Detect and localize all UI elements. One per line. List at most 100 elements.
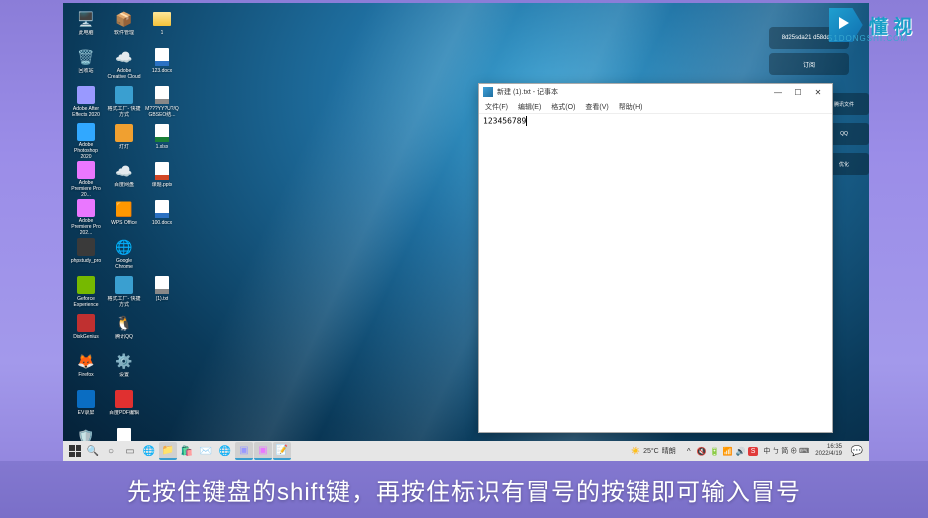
tray-icon-2[interactable]: 🔋 <box>710 446 720 456</box>
icon-label: Adobe Creative Cloud <box>107 68 141 80</box>
folder-1-icon <box>151 8 173 30</box>
taskbar-item-mail[interactable]: ✉️ <box>197 442 215 460</box>
icon-label: 腾讯QQ <box>115 334 133 340</box>
desktop-icon-chrome[interactable]: 🌐Google Chrome <box>106 236 142 272</box>
desktop-icon-xlsx-1[interactable]: 1.xlsx <box>144 122 180 158</box>
desktop-icon-ae[interactable]: Adobe After Effects 2020 <box>68 84 104 120</box>
taskbar-item-chrome[interactable]: 🌐 <box>216 442 234 460</box>
txt-1-icon <box>151 274 173 296</box>
desktop-icon-diskgenius[interactable]: DiskGenius <box>68 312 104 348</box>
desktop-icon-app-light[interactable]: 灯灯 <box>106 122 142 158</box>
desktop-icon-ps[interactable]: Adobe Photoshop 2020 <box>68 122 104 158</box>
app-light-icon <box>113 122 135 144</box>
desktop-icon-phpstudy[interactable]: phpstudy_pro <box>68 236 104 272</box>
text-file-icon <box>151 84 173 106</box>
taskbar-item-notepad[interactable]: 📝 <box>273 442 291 460</box>
maximize-button[interactable]: ☐ <box>788 85 808 99</box>
tray-icon-4[interactable]: 🔊 <box>736 446 746 456</box>
menu-item-4[interactable]: 帮助(H) <box>617 101 645 113</box>
ps-icon <box>75 122 97 142</box>
icon-label: Adobe Photoshop 2020 <box>69 142 103 158</box>
desktop-icon-pdf[interactable]: 百度PDF编辑 <box>106 388 142 424</box>
menu-item-0[interactable]: 文件(F) <box>483 101 510 113</box>
icon-label: (1).txt <box>156 296 169 302</box>
desktop-icon-recycle-bin[interactable]: 🗑️回收站 <box>68 46 104 82</box>
ime-indicator[interactable]: 中 ㄅ 简 ⊕ ⌨ <box>763 446 809 456</box>
desktop-icon-wps[interactable]: 🟧WPS Office <box>106 198 142 234</box>
ff2-icon <box>113 274 135 296</box>
icon-label: Adobe Premiere Pro 20... <box>69 180 103 196</box>
watermark-url: 51DONGSHI.COM <box>828 34 908 43</box>
desktop-icon-text-file[interactable]: M???YY?U?/Q GBSEO结... <box>144 84 180 120</box>
icon-label: EV录屏 <box>78 410 95 416</box>
taskbar-item-cortana[interactable]: ○ <box>102 442 120 460</box>
taskbar-item-edge[interactable]: 🌐 <box>140 442 158 460</box>
desktop-icon-txt-1[interactable]: (1).txt <box>144 274 180 310</box>
minimize-button[interactable]: — <box>768 85 788 99</box>
notepad-titlebar[interactable]: 新建 (1).txt - 记事本 — ☐ ✕ <box>479 84 832 100</box>
desktop-icon-pr2[interactable]: Adobe Premiere Pro 202... <box>68 198 104 234</box>
taskbar-item-explorer[interactable]: 📁 <box>159 442 177 460</box>
desktop-icon-pptx[interactable]: 课题.pptx <box>144 160 180 196</box>
desktop-icon-qq[interactable]: 🐧腾讯QQ <box>106 312 142 348</box>
start-button[interactable] <box>66 442 84 460</box>
desktop-icon-geforce[interactable]: Geforce Experience <box>68 274 104 310</box>
geforce-icon <box>75 274 97 296</box>
pptx-icon <box>151 160 173 182</box>
desktop-icon-settings[interactable]: ⚙️设置 <box>106 350 142 386</box>
subtitle-bar: 先按住键盘的shift键，再按住标识有冒号的按键即可输入冒号 <box>0 461 928 518</box>
notepad-menubar: 文件(F) 编辑(E) 格式(O) 查看(V) 帮助(H) <box>479 100 832 114</box>
notepad-window[interactable]: 新建 (1).txt - 记事本 — ☐ ✕ 文件(F) 编辑(E) 格式(O) 查看… <box>478 83 833 433</box>
menu-item-2[interactable]: 格式(O) <box>549 101 577 113</box>
icon-label: WPS Office <box>111 220 137 226</box>
icon-label: 软件管理 <box>114 30 134 36</box>
this-pc-icon: 🖥️ <box>75 8 97 30</box>
desktop-icon-adobe-cc[interactable]: ☁️Adobe Creative Cloud <box>106 46 142 82</box>
icon-label: 100.docx <box>152 220 172 226</box>
icon-label: phpstudy_pro <box>71 258 101 264</box>
icon-label: 格式工厂- 快捷方式 <box>107 296 141 308</box>
search-icon[interactable]: 🔍 <box>86 444 100 458</box>
desktop-icon-ff2[interactable]: 格式工厂- 快捷方式 <box>106 274 142 310</box>
icon-label: 灯灯 <box>119 144 129 150</box>
icon-label: 此电脑 <box>78 30 93 36</box>
pr-icon <box>75 160 97 180</box>
tray-icon-1[interactable]: 🔇 <box>697 446 707 456</box>
desktop-icon-docx-100[interactable]: 100.docx <box>144 198 180 234</box>
desktop-icon-doc-123[interactable]: 123.docx <box>144 46 180 82</box>
notification-center-icon[interactable]: 💬 <box>848 442 866 460</box>
clock[interactable]: 16:35 2022/4/19 <box>815 444 842 458</box>
desktop-icon-format-factory[interactable]: 格式工厂- 快捷方式 <box>106 84 142 120</box>
tray-icon-0[interactable]: ^ <box>684 446 694 456</box>
taskbar-item-pr[interactable]: ▣ <box>254 442 272 460</box>
qq-icon: 🐧 <box>113 312 135 334</box>
icon-label: 123.docx <box>152 68 172 74</box>
pr2-icon <box>75 198 97 218</box>
icon-label: M???YY?U?/Q GBSEO结... <box>145 106 179 118</box>
icon-label: 课题.pptx <box>152 182 173 188</box>
taskbar-item-ae[interactable]: ▣ <box>235 442 253 460</box>
notepad-content[interactable]: 123456789 <box>479 114 832 432</box>
icon-label: 1 <box>161 30 164 36</box>
close-button[interactable]: ✕ <box>808 85 828 99</box>
weather-widget[interactable]: ☀️ 25°C 晴朗 <box>631 446 675 456</box>
icon-label: 回收站 <box>78 68 93 74</box>
desktop-icon-firefox[interactable]: 🦊Firefox <box>68 350 104 386</box>
desktop-icon-pr[interactable]: Adobe Premiere Pro 20... <box>68 160 104 196</box>
desktop[interactable]: 🖥️此电脑📦软件管理1🗑️回收站☁️Adobe Creative Cloud12… <box>63 3 869 461</box>
ime-badge[interactable]: S <box>748 447 759 456</box>
menu-item-1[interactable]: 编辑(E) <box>516 101 543 113</box>
menu-item-3[interactable]: 查看(V) <box>583 101 610 113</box>
desktop-widget-2[interactable]: 订阅 <box>769 53 849 75</box>
desktop-icon-this-pc[interactable]: 🖥️此电脑 <box>68 8 104 44</box>
doc-123-icon <box>151 46 173 68</box>
desktop-icon-ev[interactable]: EV录屏 <box>68 388 104 424</box>
desktop-icon-software-mgr[interactable]: 📦软件管理 <box>106 8 142 44</box>
taskbar-item-task-view[interactable]: ▭ <box>121 442 139 460</box>
desktop-icon-baidu-pan[interactable]: ☁️百度网盘 <box>106 160 142 196</box>
sun-icon: ☀️ <box>631 447 640 455</box>
tray-icon-3[interactable]: 📶 <box>723 446 733 456</box>
notepad-title-text: 新建 (1).txt - 记事本 <box>497 87 558 97</box>
desktop-icon-folder-1[interactable]: 1 <box>144 8 180 44</box>
taskbar-item-store[interactable]: 🛍️ <box>178 442 196 460</box>
